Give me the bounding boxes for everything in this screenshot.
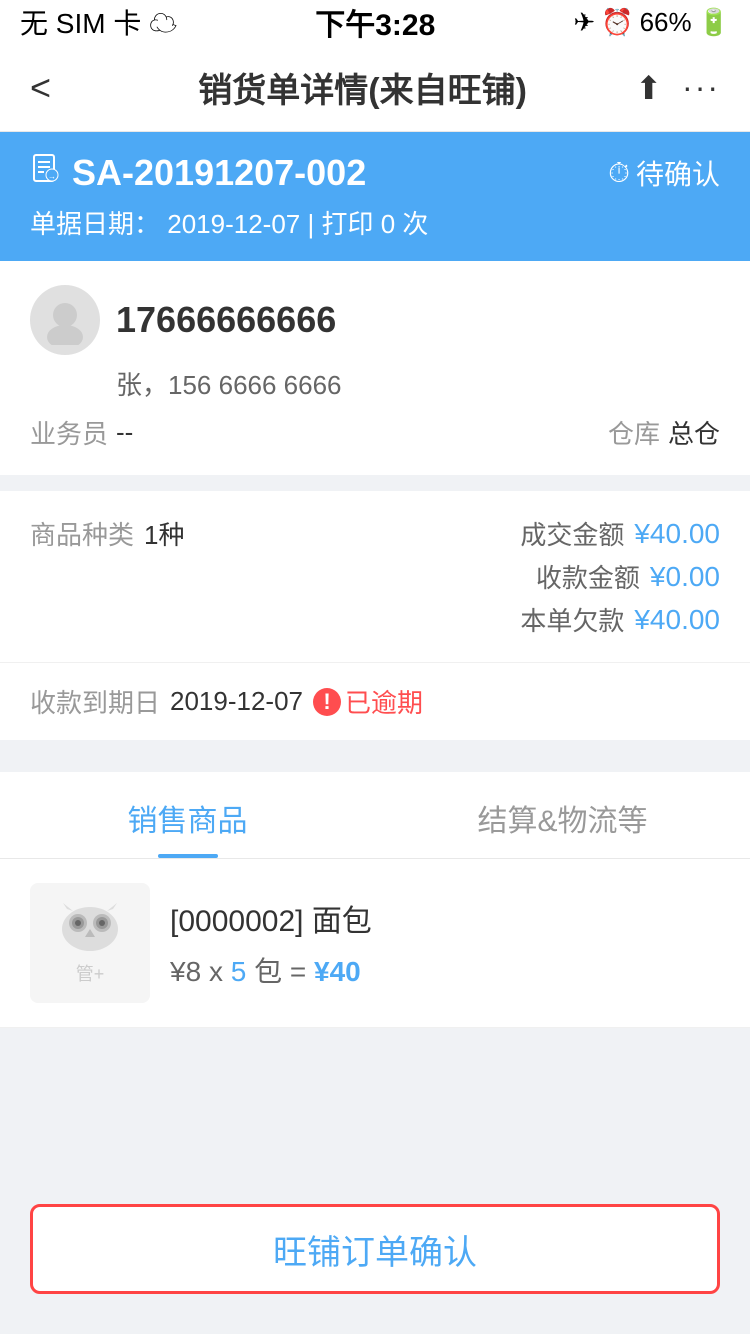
product-image: 管+ (30, 883, 150, 1003)
location-icon: ✈ (573, 7, 595, 38)
overdue-badge: ! 已逾期 (313, 683, 423, 720)
order-date-value: 2019-12-07 (167, 209, 300, 239)
order-date-row: 单据日期： 2019-12-07 | 打印 0 次 (30, 204, 720, 241)
more-icon[interactable]: ··· (682, 69, 720, 106)
overdue-icon: ! (313, 688, 341, 716)
battery-level: 66% (640, 7, 692, 38)
sim-status: 无 SIM 卡 ☁ (20, 2, 177, 42)
status-right: ✈ ⏰ 66% 🔋 (573, 7, 730, 38)
battery-icon: 🔋 (698, 7, 730, 38)
overdue-text: 已逾期 (345, 683, 423, 720)
svg-text:→: → (48, 172, 56, 181)
order-print-label: | 打印 (307, 209, 373, 239)
product-section: 管+ [0000002] 面包 ¥8 x 5 包 = ¥40 (0, 859, 750, 1028)
product-type-value: 1种 (144, 515, 184, 552)
page-title: 销货单详情(来自旺铺) (198, 63, 527, 112)
tabs-row: 销售商品 结算&物流等 (0, 772, 750, 858)
product-name-text: 面包 (312, 905, 372, 938)
customer-meta: 业务员 -- 仓库 总仓 (30, 414, 720, 451)
price-multiply: x (209, 956, 231, 987)
product-type-label: 商品种类 (30, 515, 134, 552)
order-status: ⏱ 待确认 (608, 153, 720, 193)
product-item: 管+ [0000002] 面包 ¥8 x 5 包 = ¥40 (0, 859, 750, 1028)
received-value: ¥0.00 (650, 561, 720, 593)
customer-avatar (30, 285, 100, 355)
status-bar: 无 SIM 卡 ☁ 下午3:28 ✈ ⏰ 66% 🔋 (0, 0, 750, 44)
product-qty-unit: 包 (254, 956, 282, 987)
order-print-count: 0 (381, 209, 395, 239)
product-name: [0000002] 面包 (170, 896, 720, 940)
back-button[interactable]: < (30, 67, 90, 109)
amount-value: ¥40.00 (634, 518, 720, 550)
product-type: 商品种类 1种 (30, 515, 184, 552)
brand-plus: 管+ (76, 960, 105, 986)
amounts: 成交金额 ¥40.00 收款金额 ¥0.00 本单欠款 ¥40.00 (520, 515, 720, 638)
sales-value: -- (116, 417, 133, 448)
status-left: 无 SIM 卡 ☁ (20, 2, 177, 42)
order-id-text: SA-20191207-002 (72, 152, 366, 194)
product-price: ¥8 (170, 956, 201, 987)
tab-sales-products[interactable]: 销售商品 (0, 772, 375, 858)
nav-actions: ⬆ ··· (635, 69, 720, 107)
nav-bar: < 销货单详情(来自旺铺) ⬆ ··· (0, 44, 750, 132)
order-id: → SA-20191207-002 (30, 152, 366, 194)
product-info: [0000002] 面包 ¥8 x 5 包 = ¥40 (170, 896, 720, 990)
bottom-spacer (0, 1028, 750, 1228)
share-icon[interactable]: ⬆ (635, 69, 662, 107)
alarm-icon: ⏰ (601, 7, 633, 38)
status-time: 下午3:28 (315, 0, 435, 44)
product-code: [0000002] (170, 905, 303, 938)
warehouse-value: 总仓 (668, 414, 720, 451)
owed-label: 本单欠款 (520, 601, 624, 638)
order-date-label: 单据日期： (30, 209, 160, 239)
confirm-order-label: 旺铺订单确认 (273, 1225, 477, 1274)
order-header: → SA-20191207-002 ⏱ 待确认 单据日期： 2019-12-07… (0, 132, 750, 261)
order-status-text: 待确认 (636, 153, 720, 193)
product-qty: 5 (231, 956, 247, 987)
due-date-label: 收款到期日 (30, 683, 160, 720)
product-total: ¥40 (314, 956, 361, 987)
warehouse-label: 仓库 (608, 414, 660, 451)
owed-value: ¥40.00 (634, 604, 720, 636)
customer-name: 张，156 6666 6666 (116, 365, 720, 402)
received-label: 收款金额 (536, 558, 640, 595)
due-date-value: 2019-12-07 (170, 686, 303, 717)
customer-section: 17666666666 张，156 6666 6666 业务员 -- 仓库 总仓 (0, 261, 750, 475)
tab-sales-products-label: 销售商品 (128, 805, 248, 838)
divider-1 (0, 475, 750, 491)
confirm-order-button[interactable]: 旺铺订单确认 (30, 1204, 720, 1294)
clock-icon: ⏱ (608, 157, 630, 190)
summary-section: 商品种类 1种 成交金额 ¥40.00 收款金额 ¥0.00 本单欠款 ¥40.… (0, 491, 750, 662)
tab-settlement-logistics-label: 结算&物流等 (477, 805, 647, 838)
product-price-row: ¥8 x 5 包 = ¥40 (170, 950, 720, 990)
due-section: 收款到期日 2019-12-07 ! 已逾期 (0, 662, 750, 740)
customer-phone: 17666666666 (116, 299, 336, 341)
sales-label: 业务员 (30, 414, 108, 451)
divider-2 (0, 740, 750, 756)
tab-settlement-logistics[interactable]: 结算&物流等 (375, 772, 750, 858)
tabs-section: 销售商品 结算&物流等 (0, 772, 750, 859)
price-equals: = (290, 956, 314, 987)
confirm-btn-container: 旺铺订单确认 (30, 1204, 720, 1294)
amount-label: 成交金额 (520, 515, 624, 552)
order-print-unit: 次 (402, 209, 428, 239)
order-doc-icon: → (30, 152, 62, 194)
